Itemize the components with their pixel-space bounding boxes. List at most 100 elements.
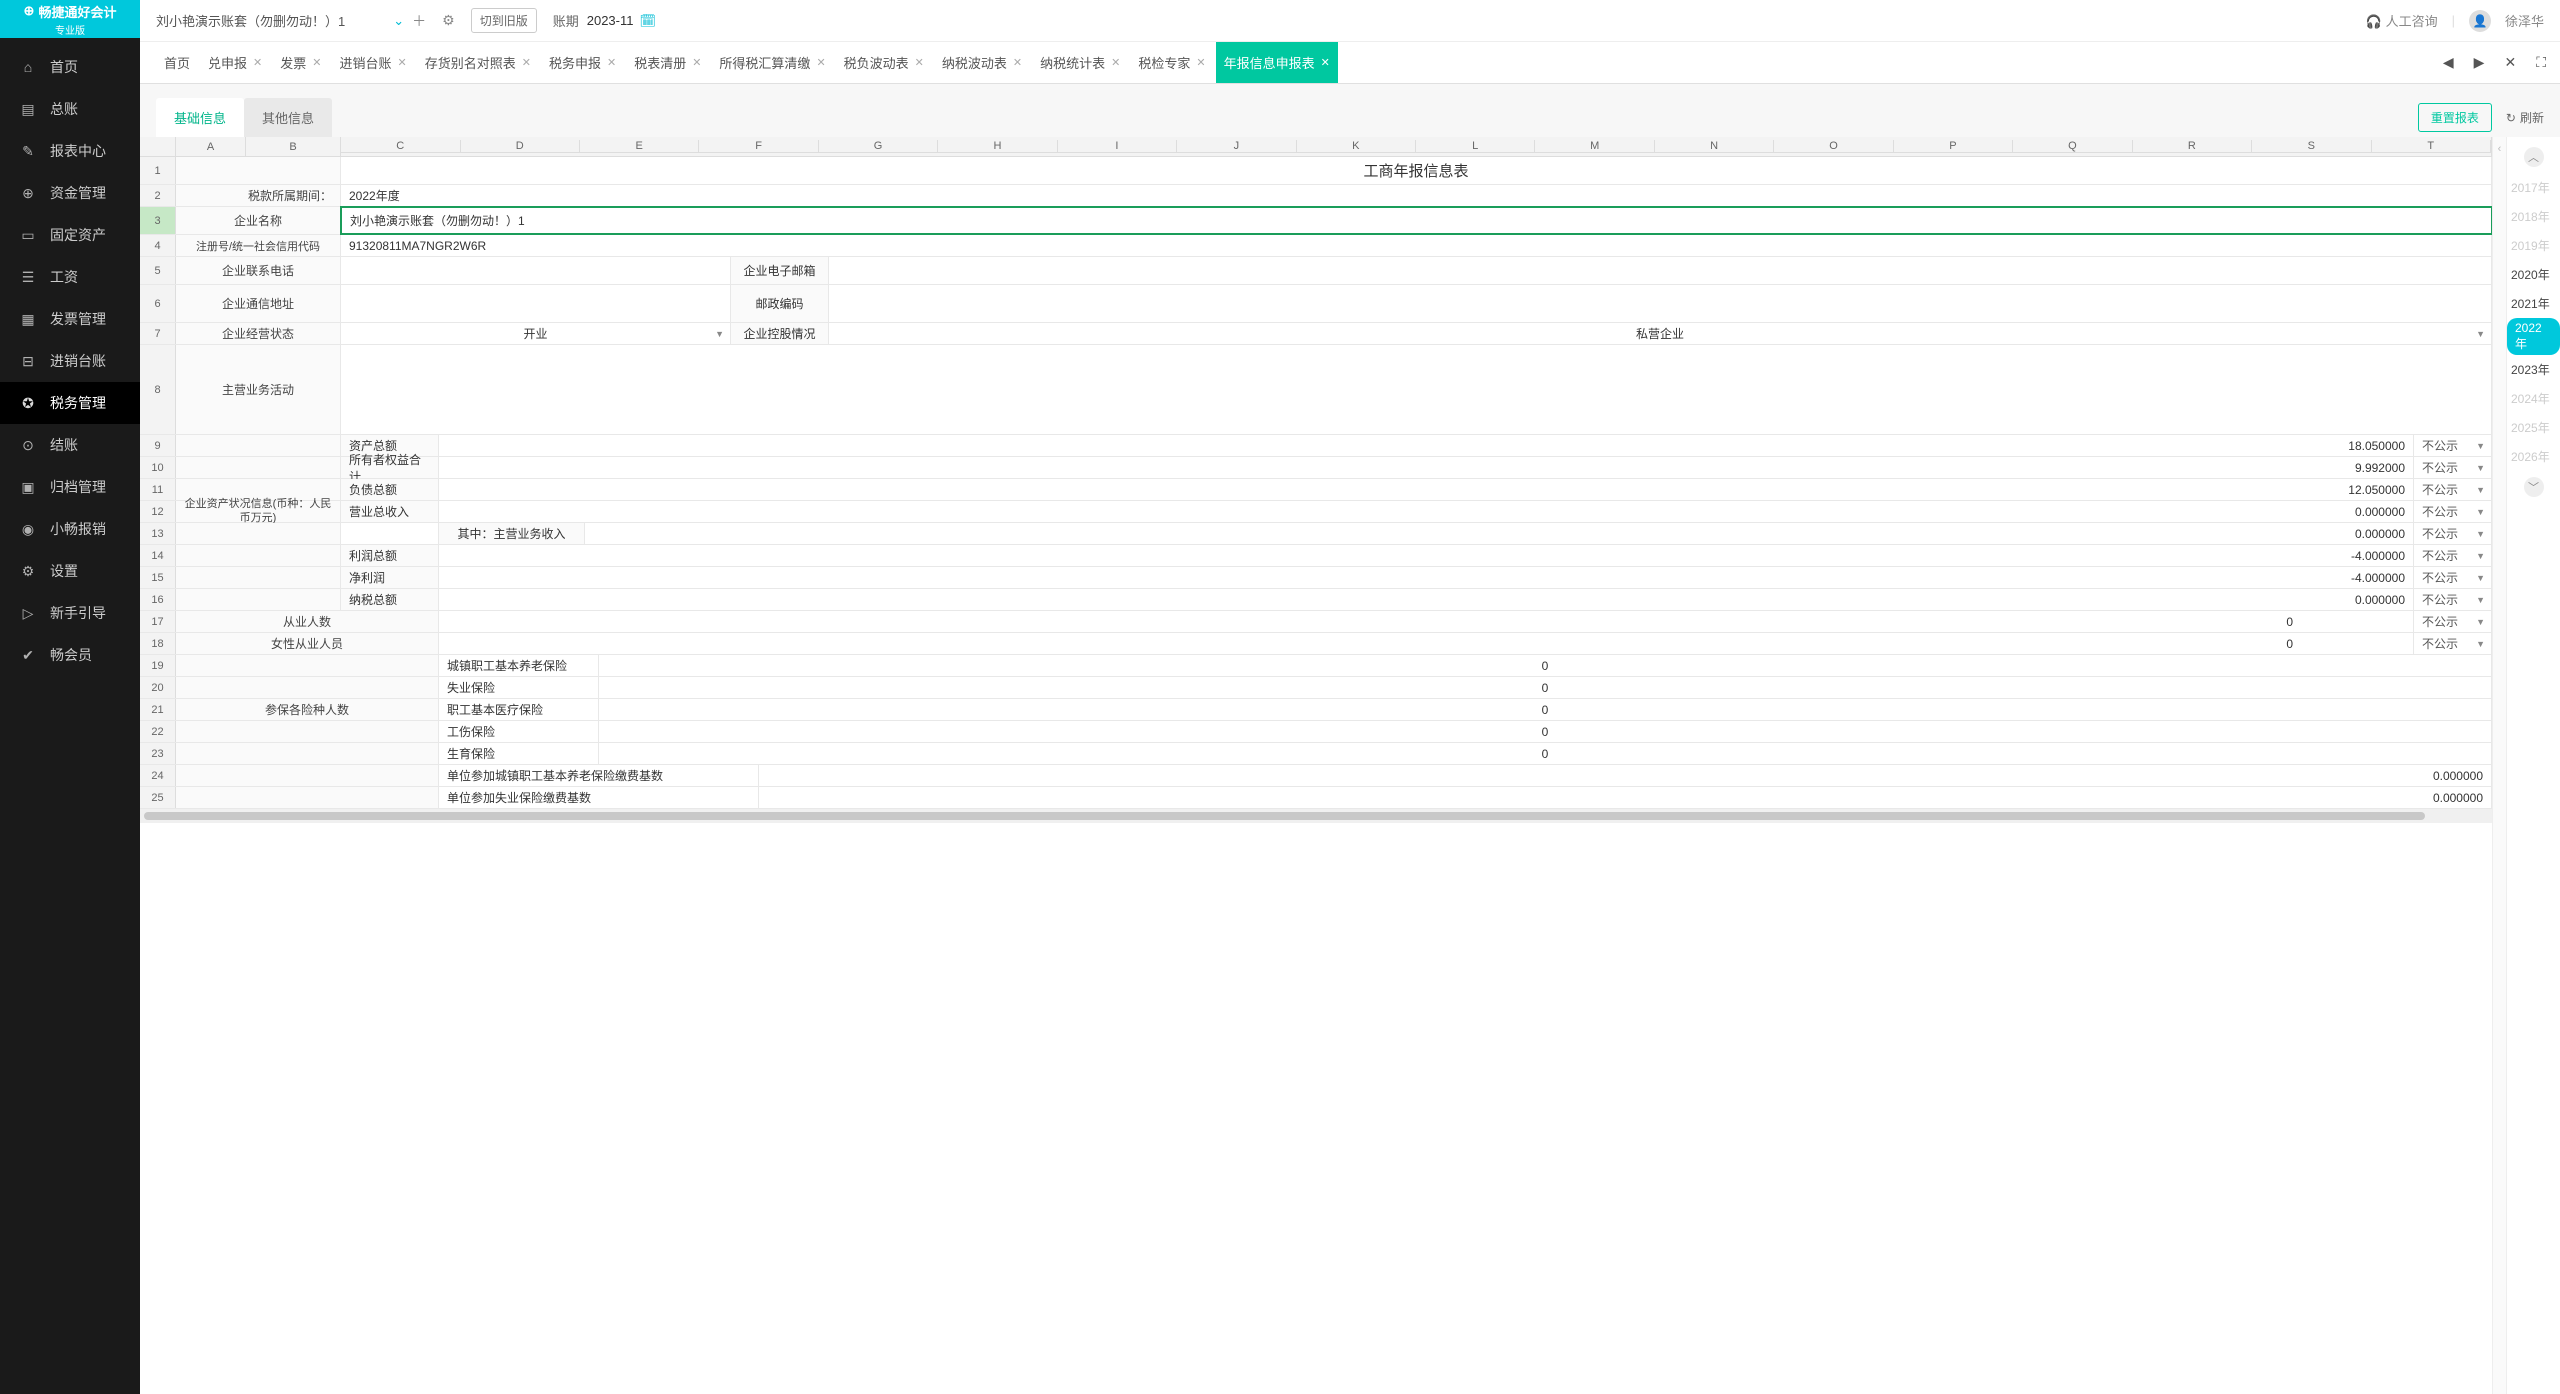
table-row[interactable]: 18女性从业人员0不公示	[140, 633, 2492, 655]
email-cell[interactable]	[829, 257, 2492, 284]
holding-select[interactable]: 私营企业	[829, 323, 2492, 344]
value[interactable]: 12.050000	[439, 479, 2414, 500]
nav-item[interactable]: ▭固定资产	[0, 214, 140, 256]
tab-close-icon[interactable]: ✕	[2498, 50, 2522, 75]
table-row[interactable]: 11负债总额12.050000不公示	[140, 479, 2492, 501]
year-item[interactable]: 2023年	[2507, 355, 2560, 384]
tab[interactable]: 税检专家✕	[1130, 42, 1213, 83]
table-row[interactable]: 6企业通信地址邮政编码	[140, 285, 2492, 323]
table-row[interactable]: 12企业资产状况信息(币种：人民币万元)营业总收入0.000000不公示	[140, 501, 2492, 523]
value[interactable]: -4.000000	[439, 545, 2414, 566]
visibility-select[interactable]: 不公示	[2414, 479, 2492, 500]
value[interactable]: 0.000000	[439, 501, 2414, 522]
entity-selector[interactable]: 刘小艳演示账套（勿删勿动！）1 ⌄	[156, 11, 404, 30]
nav-item[interactable]: ⚙设置	[0, 550, 140, 592]
year-item[interactable]: 2019年	[2507, 231, 2560, 260]
value[interactable]: 0.000000	[439, 589, 2414, 610]
tab-expand-icon[interactable]: ⛶	[2530, 50, 2552, 75]
table-row[interactable]: 8主营业务活动	[140, 345, 2492, 435]
visibility-select[interactable]: 不公示	[2414, 523, 2492, 544]
tab[interactable]: 纳税波动表✕	[934, 42, 1030, 83]
tab[interactable]: 税务申报✕	[541, 42, 624, 83]
address-cell[interactable]	[341, 285, 731, 322]
tab[interactable]: 兑申报✕	[200, 42, 270, 83]
company-name-cell[interactable]: 刘小艳演示账套（勿删勿动！）1	[340, 206, 2492, 235]
tab[interactable]: 进销台账✕	[331, 42, 414, 83]
spreadsheet[interactable]: A B CDEFGHIJKLMNOPQRST 1工商年报信息表2税款所属期间：2…	[140, 137, 2492, 1394]
period-value[interactable]: 2023-11	[587, 13, 634, 28]
close-icon[interactable]: ✕	[1321, 56, 1330, 69]
phone-cell[interactable]	[341, 257, 731, 284]
gear-icon[interactable]: ⚙	[434, 12, 463, 29]
close-icon[interactable]: ✕	[1111, 56, 1120, 69]
nav-item[interactable]: ⊟进销台账	[0, 340, 140, 382]
nav-item[interactable]: ✎报表中心	[0, 130, 140, 172]
table-row[interactable]: 7企业经营状态开业企业控股情况私营企业	[140, 323, 2492, 345]
subtab[interactable]: 基础信息	[156, 98, 244, 137]
table-row[interactable]: 22工伤保险0	[140, 721, 2492, 743]
table-row[interactable]: 10所有者权益合计9.992000不公示	[140, 457, 2492, 479]
value[interactable]: 18.050000	[439, 435, 2414, 456]
visibility-select[interactable]: 不公示	[2414, 633, 2492, 654]
tab[interactable]: 税表清册✕	[626, 42, 709, 83]
visibility-select[interactable]: 不公示	[2414, 435, 2492, 456]
table-row[interactable]: 3企业名称刘小艳演示账套（勿删勿动！）1	[140, 207, 2492, 235]
tab[interactable]: 税负波动表✕	[836, 42, 932, 83]
table-row[interactable]: 1工商年报信息表	[140, 157, 2492, 185]
close-icon[interactable]: ✕	[312, 56, 321, 69]
value[interactable]: 0	[599, 699, 2492, 720]
nav-item[interactable]: ✪税务管理	[0, 382, 140, 424]
close-icon[interactable]: ✕	[816, 56, 825, 69]
nav-item[interactable]: ▷新手引导	[0, 592, 140, 634]
nav-item[interactable]: ⊕资金管理	[0, 172, 140, 214]
nav-item[interactable]: ✔畅会员	[0, 634, 140, 676]
value[interactable]: -4.000000	[439, 567, 2414, 588]
collapse-handle[interactable]: ‹	[2492, 137, 2506, 1394]
year-item[interactable]: 2025年	[2507, 413, 2560, 442]
value[interactable]: 0.000000	[585, 523, 2414, 544]
value[interactable]: 0.000000	[759, 787, 2492, 808]
value[interactable]: 9.992000	[439, 457, 2414, 478]
year-item[interactable]: 2021年	[2507, 289, 2560, 318]
table-row[interactable]: 17从业人数0不公示	[140, 611, 2492, 633]
nav-item[interactable]: ▦发票管理	[0, 298, 140, 340]
tab[interactable]: 年报信息申报表✕	[1216, 42, 1338, 83]
add-icon[interactable]: ＋	[404, 11, 434, 31]
table-row[interactable]: 23生育保险0	[140, 743, 2492, 765]
visibility-select[interactable]: 不公示	[2414, 457, 2492, 478]
value[interactable]: 0	[439, 611, 2414, 632]
subtab[interactable]: 其他信息	[244, 98, 332, 137]
main-business-cell[interactable]	[341, 345, 2492, 434]
value[interactable]: 0.000000	[759, 765, 2492, 786]
value[interactable]: 0	[599, 721, 2492, 742]
nav-item[interactable]: ◉小畅报销	[0, 508, 140, 550]
nav-item[interactable]: ☰工资	[0, 256, 140, 298]
table-row[interactable]: 21参保各险种人数职工基本医疗保险0	[140, 699, 2492, 721]
close-icon[interactable]: ✕	[522, 56, 531, 69]
table-row[interactable]: 20失业保险0	[140, 677, 2492, 699]
tab[interactable]: 发票✕	[272, 42, 329, 83]
postcode-cell[interactable]	[829, 285, 2492, 322]
close-icon[interactable]: ✕	[692, 56, 701, 69]
table-row[interactable]: 19城镇职工基本养老保险0	[140, 655, 2492, 677]
avatar[interactable]: 👤	[2469, 10, 2491, 32]
visibility-select[interactable]: 不公示	[2414, 589, 2492, 610]
nav-item[interactable]: ▣归档管理	[0, 466, 140, 508]
visibility-select[interactable]: 不公示	[2414, 545, 2492, 566]
value[interactable]: 91320811MA7NGR2W6R	[341, 235, 2492, 256]
visibility-select[interactable]: 不公示	[2414, 501, 2492, 522]
tab[interactable]: 首页	[156, 42, 198, 83]
year-item[interactable]: 2022年	[2507, 318, 2560, 355]
table-row[interactable]: 4注册号/统一社会信用代码91320811MA7NGR2W6R	[140, 235, 2492, 257]
year-item[interactable]: 2020年	[2507, 260, 2560, 289]
close-icon[interactable]: ✕	[253, 56, 262, 69]
year-down-icon[interactable]: ﹀	[2524, 477, 2544, 497]
table-row[interactable]: 5企业联系电话企业电子邮箱	[140, 257, 2492, 285]
value[interactable]: 0	[599, 743, 2492, 764]
consult-link[interactable]: 🎧 人工咨询	[2366, 11, 2438, 30]
status-select[interactable]: 开业	[341, 323, 731, 344]
table-row[interactable]: 15净利润-4.000000不公示	[140, 567, 2492, 589]
reset-report-button[interactable]: 重置报表	[2418, 103, 2492, 132]
nav-item[interactable]: ⊙结账	[0, 424, 140, 466]
year-item[interactable]: 2018年	[2507, 202, 2560, 231]
